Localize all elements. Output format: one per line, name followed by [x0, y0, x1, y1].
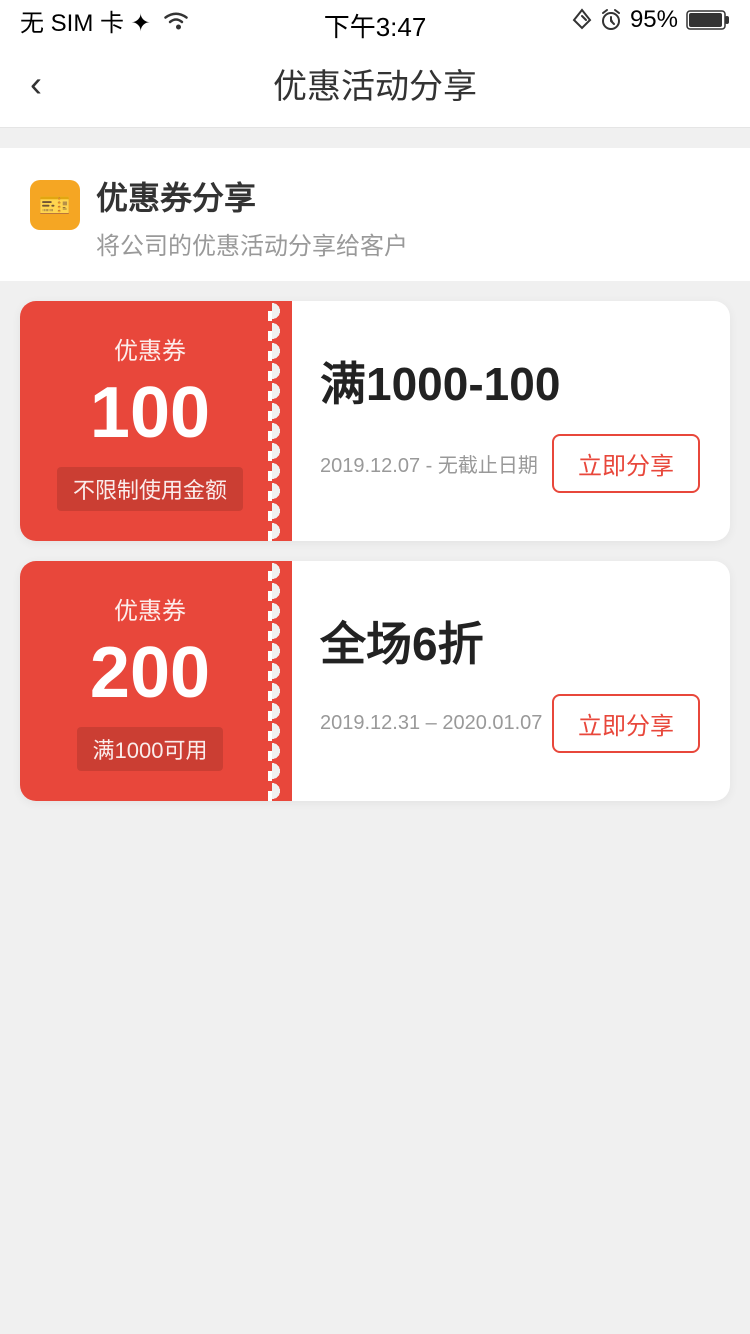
status-time: 下午3:47: [324, 7, 427, 44]
location-icon: [572, 8, 592, 32]
share-button-1[interactable]: 立即分享: [552, 694, 700, 753]
coupon-card: 优惠券 100 不限制使用金额 满1000-100 2019.12.07 - 无…: [20, 301, 730, 541]
alarm-icon: [600, 8, 622, 32]
coupon-date-0: 2019.12.07 - 无截止日期: [320, 449, 538, 478]
coupon-date-1: 2019.12.31 – 2020.01.07: [320, 712, 542, 735]
empty-area: [0, 801, 750, 1301]
coupon-name-0: 满1000-100: [320, 348, 700, 414]
wifi-icon: [161, 9, 191, 31]
coupon-left-1: 优惠券 200 满1000可用: [20, 561, 280, 801]
section-icon-emoji: 🎫: [39, 190, 71, 221]
section-header: 🎫 优惠券分享 将公司的优惠活动分享给客户: [0, 148, 750, 281]
coupon-card: 优惠券 200 满1000可用 全场6折 2019.12.31 – 2020.0…: [20, 561, 730, 801]
share-button-0[interactable]: 立即分享: [552, 434, 700, 493]
coupon-footer-0: 2019.12.07 - 无截止日期 立即分享: [320, 434, 700, 493]
nav-title: 优惠活动分享: [273, 59, 477, 108]
status-left: 无 SIM 卡 ✦: [20, 3, 191, 38]
section-title: 优惠券分享: [96, 178, 408, 220]
back-button[interactable]: ‹: [30, 63, 42, 105]
coupon-condition-0: 不限制使用金额: [57, 467, 243, 511]
status-right: 95%: [572, 6, 730, 34]
coupon-amount-0: 100: [90, 374, 210, 453]
coupon-label-1: 优惠券: [114, 591, 186, 626]
section-subtitle: 将公司的优惠活动分享给客户: [96, 226, 408, 261]
nav-bar: ‹ 优惠活动分享: [0, 40, 750, 128]
status-bar: 无 SIM 卡 ✦ 下午3:47 95%: [0, 0, 750, 40]
coupon-footer-1: 2019.12.31 – 2020.01.07 立即分享: [320, 694, 700, 753]
section-text: 优惠券分享 将公司的优惠活动分享给客户: [96, 178, 408, 261]
coupon-left-0: 优惠券 100 不限制使用金额: [20, 301, 280, 541]
coupon-condition-1: 满1000可用: [77, 727, 224, 771]
battery-icon: [686, 9, 730, 31]
coupon-amount-1: 200: [90, 634, 210, 713]
coupon-right-1: 全场6折 2019.12.31 – 2020.01.07 立即分享: [280, 561, 730, 801]
coupon-list: 优惠券 100 不限制使用金额 满1000-100 2019.12.07 - 无…: [0, 301, 750, 801]
coupon-right-0: 满1000-100 2019.12.07 - 无截止日期 立即分享: [280, 301, 730, 541]
coupon-label-0: 优惠券: [114, 331, 186, 366]
sim-label: 无 SIM 卡 ✦: [20, 3, 151, 38]
battery-percent: 95%: [630, 6, 678, 34]
section-icon: 🎫: [30, 180, 80, 230]
coupon-name-1: 全场6折: [320, 608, 700, 674]
